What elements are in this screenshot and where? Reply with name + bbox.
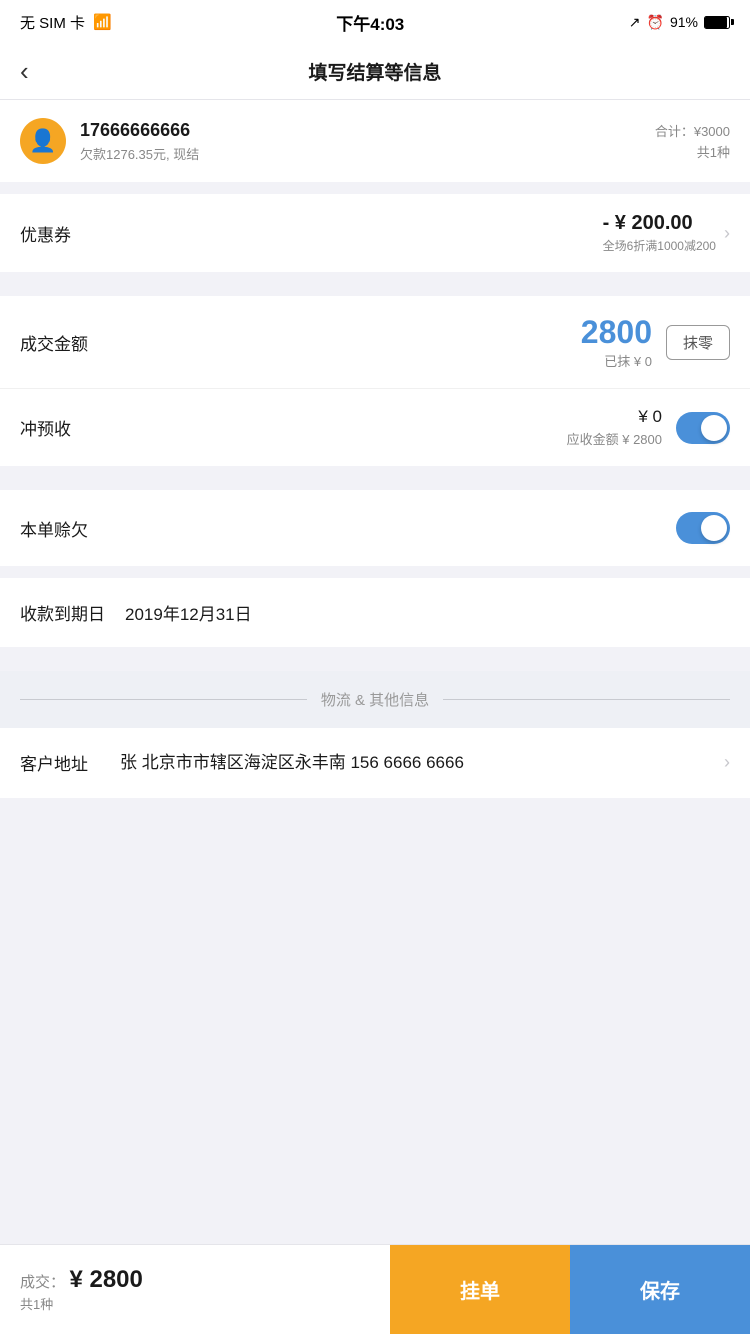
deal-amount-right: 2800 已抹 ¥ 0 抹零 bbox=[581, 314, 730, 370]
due-date-value: 2019年12月31日 bbox=[125, 600, 252, 625]
logistics-divider: 物流 & 其他信息 bbox=[0, 671, 750, 728]
avatar-icon: 👤 bbox=[29, 128, 56, 154]
page-title: 填写结算等信息 bbox=[308, 58, 441, 85]
logistics-label: 物流 & 其他信息 bbox=[321, 689, 429, 710]
section-divider-2 bbox=[0, 478, 750, 490]
wifi-icon: 📶 bbox=[93, 13, 112, 31]
debt-toggle[interactable] bbox=[676, 512, 730, 544]
nav-bar: ‹ 填写结算等信息 bbox=[0, 44, 750, 100]
save-button[interactable]: 保存 bbox=[570, 1245, 750, 1334]
section-divider-1 bbox=[0, 284, 750, 296]
customer-card: 👤 17666666666 欠款1276.35元, 现结 合计：¥3000 共1… bbox=[0, 100, 750, 182]
customer-right: 合计：¥3000 共1种 bbox=[655, 121, 730, 161]
avatar: 👤 bbox=[20, 118, 66, 164]
hang-button[interactable]: 挂单 bbox=[390, 1245, 570, 1334]
status-time: 下午4:03 bbox=[336, 10, 404, 35]
deal-amount-row: 成交金额 2800 已抹 ¥ 0 抹零 bbox=[0, 296, 750, 388]
prepay-receivable: 应收金额 ¥ 2800 bbox=[567, 429, 662, 448]
divider-line-left bbox=[20, 699, 307, 700]
customer-phone: 17666666666 bbox=[80, 120, 199, 141]
status-bar: 无 SIM 卡 📶 下午4:03 ↗ ⏰ 91% bbox=[0, 0, 750, 44]
prepay-value-block: ¥ 0 应收金额 ¥ 2800 bbox=[567, 407, 662, 448]
battery-icon bbox=[704, 16, 730, 29]
carrier-text: 无 SIM 卡 bbox=[20, 12, 85, 33]
bottom-count: 共1种 bbox=[20, 1294, 370, 1313]
prepay-label: 冲预收 bbox=[20, 415, 71, 440]
customer-info: 17666666666 欠款1276.35元, 现结 bbox=[80, 120, 199, 163]
customer-subtext: 欠款1276.35元, 现结 bbox=[80, 144, 199, 163]
total-count: 共1种 bbox=[655, 142, 730, 161]
due-date-row: 收款到期日 2019年12月31日 bbox=[0, 578, 750, 647]
coupon-row[interactable]: 优惠券 - ¥ 200.00 全场6折满1000减200 › bbox=[0, 194, 750, 272]
main-content: 👤 17666666666 欠款1276.35元, 现结 合计：¥3000 共1… bbox=[0, 100, 750, 1090]
prepay-amount: ¥ 0 bbox=[567, 407, 662, 427]
gray-spacer bbox=[0, 810, 750, 990]
battery-text: 91% bbox=[670, 14, 698, 30]
status-left: 无 SIM 卡 📶 bbox=[20, 12, 112, 33]
prepay-row: 冲预收 ¥ 0 应收金额 ¥ 2800 bbox=[0, 388, 750, 466]
bottom-summary: 成交： ¥ 2800 共1种 bbox=[0, 1266, 390, 1313]
due-date-label: 收款到期日 bbox=[20, 600, 105, 625]
address-chevron-icon: › bbox=[724, 752, 730, 773]
coupon-chevron-icon: › bbox=[724, 223, 730, 244]
coupon-description: 全场6折满1000减200 bbox=[603, 237, 716, 254]
section-divider-3 bbox=[0, 659, 750, 671]
customer-left: 👤 17666666666 欠款1276.35元, 现结 bbox=[20, 118, 199, 164]
round-button[interactable]: 抹零 bbox=[666, 325, 730, 360]
back-button[interactable]: ‹ bbox=[12, 48, 37, 95]
prepay-right: ¥ 0 应收金额 ¥ 2800 bbox=[567, 407, 730, 448]
coupon-right: - ¥ 200.00 全场6折满1000减200 › bbox=[603, 212, 730, 254]
location-icon: ↗ bbox=[629, 14, 641, 31]
bottom-deal-label: 成交： bbox=[20, 1274, 65, 1291]
prepay-toggle[interactable] bbox=[676, 412, 730, 444]
divider-line-right bbox=[443, 699, 730, 700]
address-row[interactable]: 客户地址 张 北京市市辖区海淀区永丰南 156 6666 6666 › bbox=[0, 728, 750, 798]
deal-amount-label: 成交金额 bbox=[20, 330, 88, 355]
address-value: 张 北京市市辖区海淀区永丰南 156 6666 6666 bbox=[120, 750, 724, 776]
deal-amount-value: 2800 bbox=[581, 314, 652, 351]
bottom-bar: 成交： ¥ 2800 共1种 挂单 保存 bbox=[0, 1244, 750, 1334]
already-rounded-text: 已抹 ¥ 0 bbox=[581, 351, 652, 370]
coupon-discount: - ¥ 200.00 bbox=[603, 212, 716, 235]
debt-row: 本单赊欠 bbox=[0, 490, 750, 566]
toggle-knob bbox=[701, 415, 727, 441]
amount-section: 成交金额 2800 已抹 ¥ 0 抹零 冲预收 ¥ 0 应收金额 ¥ 2800 bbox=[0, 296, 750, 466]
debt-toggle-knob bbox=[701, 515, 727, 541]
total-label: 合计：¥3000 bbox=[655, 121, 730, 140]
address-label: 客户地址 bbox=[20, 750, 100, 775]
status-right: ↗ ⏰ 91% bbox=[629, 14, 730, 31]
alarm-icon: ⏰ bbox=[647, 14, 664, 31]
bottom-amount: ¥ 2800 bbox=[69, 1266, 142, 1293]
coupon-label: 优惠券 bbox=[20, 221, 71, 246]
debt-label: 本单赊欠 bbox=[20, 516, 88, 541]
